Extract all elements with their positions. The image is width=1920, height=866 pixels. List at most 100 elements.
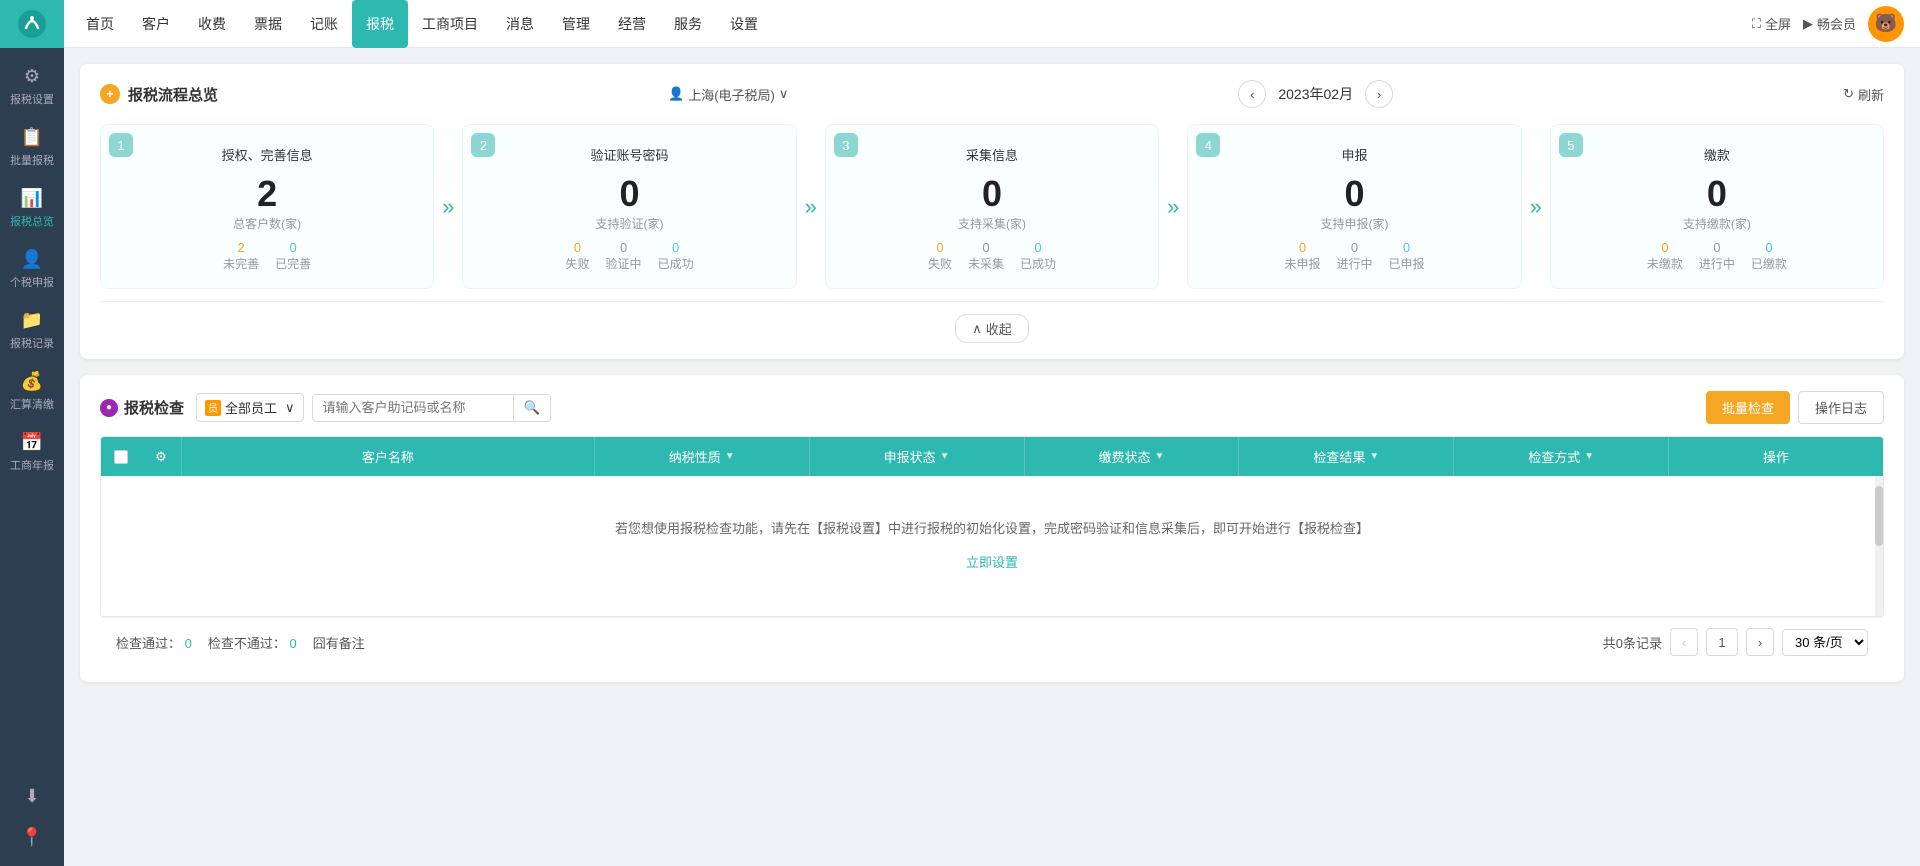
batch-check-button[interactable]: 批量检查	[1706, 391, 1790, 424]
check-method-filter-icon: ▼	[1584, 451, 1594, 462]
footer-fail: 检查不通过： 0	[208, 633, 297, 652]
per-page-select[interactable]: 30 条/页	[1782, 629, 1868, 656]
date-prev-button[interactable]: ‹	[1238, 80, 1266, 108]
operation-log-button[interactable]: 操作日志	[1798, 391, 1884, 424]
date-next-button[interactable]: ›	[1365, 80, 1393, 108]
nav-message[interactable]: 消息	[492, 0, 548, 48]
overview-title-icon: +	[100, 84, 120, 104]
tax-check-icon: ●	[100, 399, 118, 417]
avatar[interactable]: 🐻	[1868, 6, 1904, 42]
nav-account[interactable]: 记账	[296, 0, 352, 48]
step-stat-5-0: 0 未缴款	[1647, 240, 1683, 272]
settlement-icon: 💰	[21, 371, 43, 392]
tax-record-icon: 📁	[21, 310, 43, 331]
nav-biz[interactable]: 工商项目	[408, 0, 492, 48]
sidebar-item-location[interactable]: 📍	[17, 817, 47, 858]
step-stat-5-2: 0 已缴款	[1751, 240, 1787, 272]
nav-operation[interactable]: 经营	[604, 0, 660, 48]
pay-status-filter-icon: ▼	[1154, 451, 1164, 462]
collapse-up-icon: ∧	[972, 321, 982, 337]
emp-select[interactable]: 员 全部员工 ∨	[196, 393, 304, 422]
step-stat-label-5-1: 进行中	[1699, 255, 1735, 272]
table-header: ⚙ 客户名称 纳税性质 ▼ 申报状态 ▼ 缴费状态 ▼	[101, 437, 1883, 476]
emp-select-icon: 员	[205, 400, 221, 416]
prev-page-button[interactable]: ‹	[1670, 628, 1698, 656]
sidebar-settlement-label: 汇算清缴	[10, 396, 54, 412]
th-checkbox[interactable]	[101, 437, 141, 476]
select-all-checkbox[interactable]	[114, 450, 128, 464]
sidebar-item-tax-record[interactable]: 📁 报税记录	[0, 300, 64, 361]
th-declare-status[interactable]: 申报状态 ▼	[809, 437, 1024, 476]
filter-group: 员 全部员工 ∨ 🔍	[196, 393, 1694, 422]
download-icon: ⬇	[24, 786, 39, 807]
fail-count-link[interactable]: 0	[290, 636, 297, 651]
nav-manage[interactable]: 管理	[548, 0, 604, 48]
nav-tax[interactable]: 报税	[352, 0, 408, 48]
sidebar-item-tax-settings[interactable]: ⚙ 报税设置	[0, 56, 64, 117]
step-stat-num-1-1: 0	[275, 240, 311, 255]
th-settings[interactable]: ⚙	[141, 437, 181, 476]
nav-invoice[interactable]: 票据	[240, 0, 296, 48]
step-stat-label-2-0: 失败	[566, 255, 590, 272]
nav-service[interactable]: 服务	[660, 0, 716, 48]
emp-chevron-icon: ∨	[285, 400, 295, 416]
footer-right: 共0条记录 ‹ 1 › 30 条/页	[1603, 628, 1868, 656]
sidebar-batch-tax-label: 批量报税	[10, 152, 54, 168]
tax-check-card: ● 报税检查 员 全部员工 ∨ 🔍 批量检查 操作日志	[80, 375, 1904, 682]
sidebar-item-settlement[interactable]: 💰 汇算清缴	[0, 361, 64, 422]
sidebar-item-personal-tax[interactable]: 👤 个税申报	[0, 239, 64, 300]
step-bignum-2: 0	[479, 172, 779, 215]
sidebar-item-tax-overview[interactable]: 📊 报税总览	[0, 178, 64, 239]
refresh-icon: ↻	[1843, 86, 1854, 102]
th-tax-nature[interactable]: 纳税性质 ▼	[594, 437, 809, 476]
logo	[0, 0, 64, 48]
scrollbar[interactable]	[1875, 476, 1883, 616]
setup-link[interactable]: 立即设置	[121, 550, 1863, 576]
th-check-method[interactable]: 检查方式 ▼	[1453, 437, 1668, 476]
empty-message: 若您想使用报税检查功能，请先在【报税设置】中进行报税的初始化设置，完成密码验证和…	[121, 516, 1863, 542]
nav-settings[interactable]: 设置	[716, 0, 772, 48]
search-button[interactable]: 🔍	[513, 395, 551, 421]
sidebar-tax-overview-label: 报税总览	[10, 213, 54, 229]
step-sub-3: 支持采集(家)	[842, 215, 1142, 232]
step-stat-num-2-2: 0	[658, 240, 694, 255]
th-tax-nature-label: 纳税性质	[669, 447, 721, 466]
step-stat-num-5-0: 0	[1647, 240, 1683, 255]
sidebar-item-batch-tax[interactable]: 📋 批量报税	[0, 117, 64, 178]
nav-fee[interactable]: 收费	[184, 0, 240, 48]
member-button[interactable]: ▶ 畅会员	[1803, 14, 1856, 33]
header-actions: 批量检查 操作日志	[1706, 391, 1884, 424]
collapse-button[interactable]: ∧ 收起	[955, 314, 1029, 343]
search-input[interactable]	[313, 395, 513, 420]
th-action-label: 操作	[1763, 447, 1789, 466]
tax-bureau-selector[interactable]: 👤 上海(电子税局) ∨	[668, 85, 788, 104]
nav-client[interactable]: 客户	[128, 0, 184, 48]
sidebar-item-download[interactable]: ⬇	[17, 776, 47, 817]
sidebar-tax-record-label: 报税记录	[10, 335, 54, 351]
date-nav: ‹ 2023年02月 ›	[1238, 80, 1393, 108]
nav-home[interactable]: 首页	[72, 0, 128, 48]
step-num-4: 4	[1196, 133, 1220, 157]
step-stats-2: 0 失败 0 验证中 0 已成功	[479, 240, 779, 272]
next-page-button[interactable]: ›	[1746, 628, 1774, 656]
pass-count-link[interactable]: 0	[185, 636, 192, 651]
step-stat-num-5-2: 0	[1751, 240, 1787, 255]
top-nav: 首页 客户 收费 票据 记账 报税 工商项目 消息 管理 经营 服务 设置 ⛶ …	[0, 0, 1920, 48]
th-check-result[interactable]: 检查结果 ▼	[1238, 437, 1453, 476]
step-card-2: 2 验证账号密码 0 支持验证(家) 0 失败 0 验证中	[462, 124, 796, 289]
step-stat-4-1: 0 进行中	[1336, 240, 1372, 272]
refresh-button[interactable]: ↻ 刷新	[1843, 85, 1884, 104]
step-sub-2: 支持验证(家)	[479, 215, 779, 232]
step-stat-3-2: 0 已成功	[1020, 240, 1056, 272]
sidebar-item-annual-report[interactable]: 📅 工商年报	[0, 422, 64, 483]
step-stats-4: 0 未申报 0 进行中 0 已申报	[1204, 240, 1504, 272]
th-declare-status-label: 申报状态	[884, 447, 936, 466]
step-card-1: 1 授权、完善信息 2 总客户数(家) 2 未完善 0 已完善	[100, 124, 434, 289]
th-pay-status[interactable]: 缴费状态 ▼	[1024, 437, 1239, 476]
scrollbar-thumb[interactable]	[1875, 486, 1883, 546]
footer-pass: 检查通过： 0	[116, 633, 192, 652]
fullscreen-button[interactable]: ⛶ 全屏	[1752, 14, 1791, 33]
step-stat-label-1-0: 未完善	[223, 255, 259, 272]
step-stat-num-3-0: 0	[928, 240, 952, 255]
table-empty-body: 若您想使用报税检查功能，请先在【报税设置】中进行报税的初始化设置，完成密码验证和…	[101, 476, 1883, 616]
